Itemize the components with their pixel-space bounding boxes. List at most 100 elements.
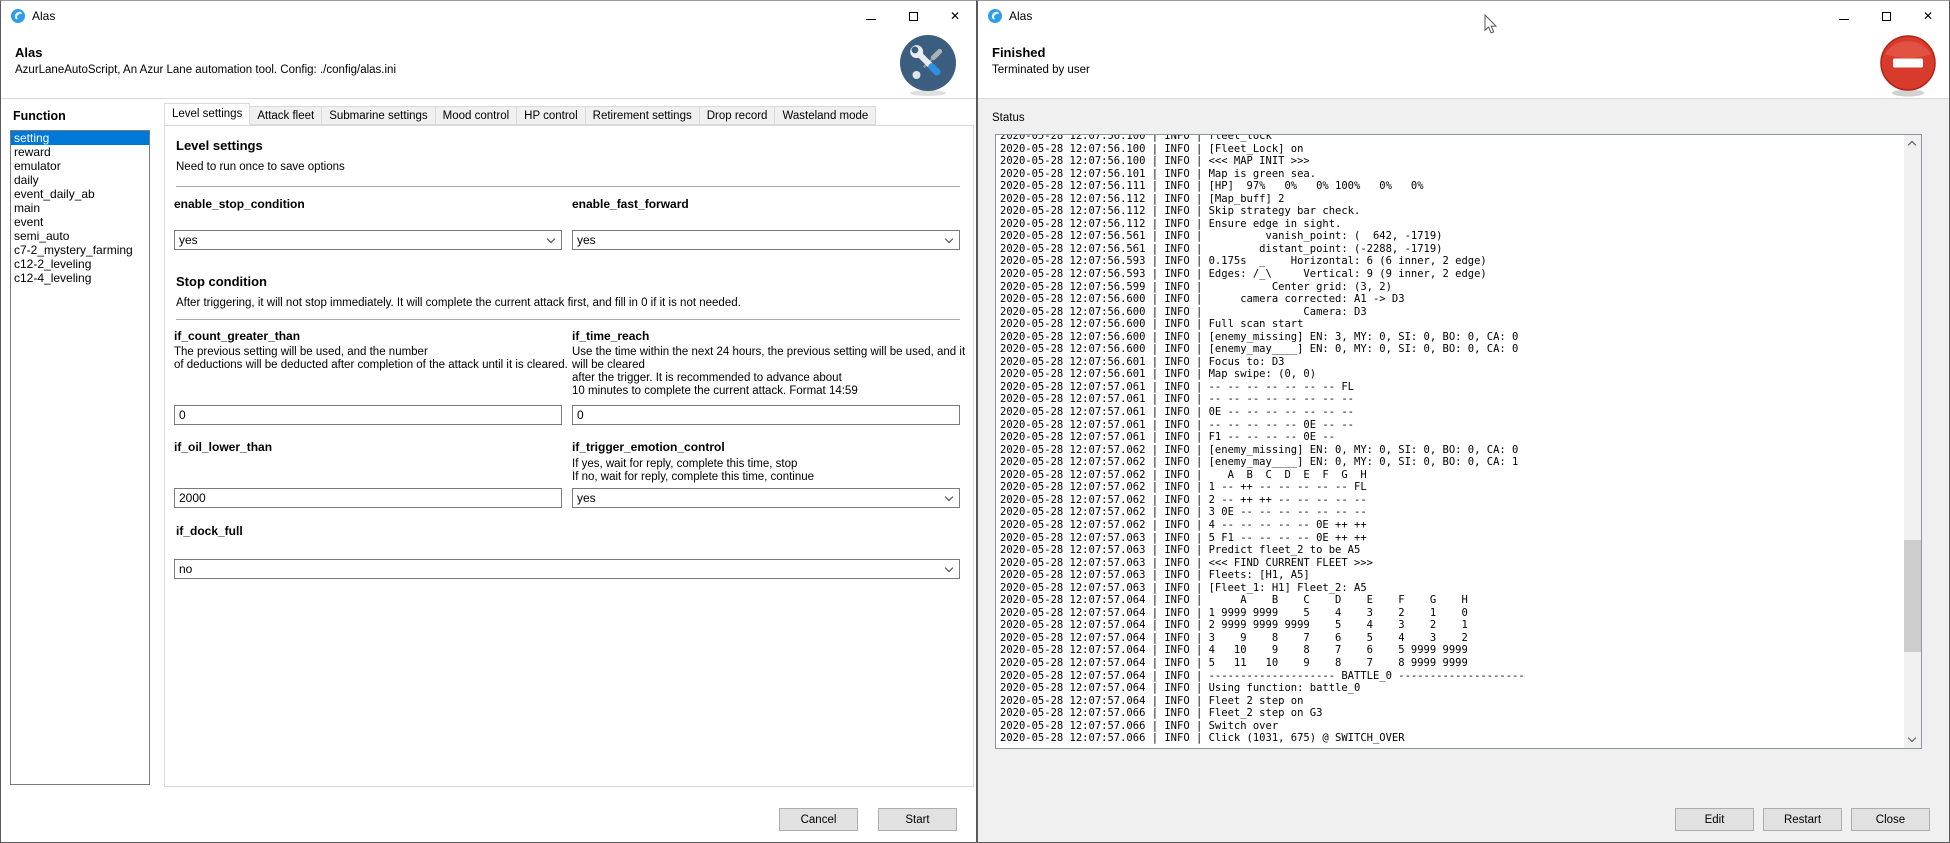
if-time-reach-input[interactable]: [572, 405, 960, 425]
sidebar-item[interactable]: c12-2_leveling: [11, 257, 149, 271]
if-oil-lower-than-input[interactable]: [174, 488, 562, 508]
sidebar-item[interactable]: event_daily_ab: [11, 187, 149, 201]
close-icon: ✕: [1923, 10, 1933, 22]
log-line: 2020-05-28 12:07:56.100 | INFO | [Fleet_…: [1000, 143, 1903, 156]
scrollbar-thumb[interactable]: [1904, 540, 1921, 652]
log-line: 2020-05-28 12:07:56.600 | INFO | Camera:…: [1000, 306, 1903, 319]
status-group-label: Status: [992, 112, 1025, 124]
log-line: 2020-05-28 12:07:57.063 | INFO | Predict…: [1000, 544, 1903, 557]
combo-value: yes: [179, 233, 198, 247]
enable-fast-forward-select[interactable]: yes: [572, 230, 960, 250]
tab[interactable]: Wasteland mode: [775, 106, 876, 125]
log-line: 2020-05-28 12:07:56.561 | INFO | vanish_…: [1000, 230, 1903, 243]
tab[interactable]: Retirement settings: [586, 106, 700, 125]
page-title: Alas: [15, 45, 42, 60]
sidebar-item[interactable]: event: [11, 215, 149, 229]
log-lines: 2020-05-28 12:07:56.100 | INFO | fleet_l…: [1000, 134, 1903, 745]
field-label: if_time_reach: [572, 329, 960, 343]
scroll-down-icon[interactable]: [1904, 731, 1921, 748]
sidebar-item[interactable]: emulator: [11, 159, 149, 173]
header-divider: [1, 98, 976, 99]
field-description: If yes, wait for reply, complete this ti…: [572, 458, 960, 471]
alas-status-window: Alas ✕ Finished Terminated by user Statu…: [977, 0, 1950, 843]
sidebar-item[interactable]: daily: [11, 173, 149, 187]
minimize-button[interactable]: [850, 1, 892, 31]
log-line: 2020-05-28 12:07:57.066 | INFO | Click (…: [1000, 732, 1903, 745]
log-scrollbar[interactable]: [1904, 135, 1921, 748]
if-dock-full-select[interactable]: no: [174, 559, 960, 579]
sidebar-item[interactable]: c7-2_mystery_farming: [11, 243, 149, 257]
field-description: The previous setting will be used, and t…: [174, 346, 562, 359]
if-trigger-emotion-control-select[interactable]: yes: [572, 488, 960, 508]
edit-button[interactable]: Edit: [1675, 808, 1754, 831]
tab[interactable]: Level settings: [164, 103, 250, 125]
if-count-greater-than-input[interactable]: [174, 405, 562, 425]
log-line: 2020-05-28 12:07:57.066 | INFO | Switch …: [1000, 720, 1903, 733]
field-label: if_dock_full: [176, 524, 243, 538]
log-line: 2020-05-28 12:07:57.064 | INFO | 3 9 8 7…: [1000, 632, 1903, 645]
tab[interactable]: Submarine settings: [322, 106, 435, 125]
tab[interactable]: Drop record: [700, 106, 776, 125]
field-description: of deductions will be deducted after com…: [174, 359, 562, 372]
scroll-up-icon[interactable]: [1904, 135, 1921, 152]
log-line: 2020-05-28 12:07:57.062 | INFO | A B C D…: [1000, 469, 1903, 482]
tab[interactable]: HP control: [517, 106, 585, 125]
log-line: 2020-05-28 12:07:56.561 | INFO | distant…: [1000, 243, 1903, 256]
chevron-down-icon: [547, 235, 555, 243]
log-line: 2020-05-28 12:07:57.064 | INFO | 4 10 9 …: [1000, 644, 1903, 657]
log-line: 2020-05-28 12:07:57.064 | INFO | Fleet 2…: [1000, 695, 1903, 708]
enable-stop-condition-select[interactable]: yes: [174, 230, 562, 250]
field-description: will be cleared: [572, 359, 960, 372]
chevron-down-icon: [945, 564, 953, 572]
tab-bar: Level settingsAttack fleetSubmarine sett…: [164, 103, 876, 125]
log-line: 2020-05-28 12:07:57.061 | INFO | -- -- -…: [1000, 419, 1903, 432]
combo-value: yes: [577, 491, 596, 505]
log-line: 2020-05-28 12:07:56.100 | INFO | fleet_l…: [1000, 134, 1903, 143]
field-description: If no, wait for reply, complete this tim…: [572, 471, 960, 484]
titlebar: Alas ✕: [978, 1, 1949, 31]
sidebar-item[interactable]: semi_auto: [11, 229, 149, 243]
log-line: 2020-05-28 12:07:57.063 | INFO | Fleets:…: [1000, 569, 1903, 582]
sidebar-item[interactable]: main: [11, 201, 149, 215]
log-line: 2020-05-28 12:07:57.062 | INFO | [enemy_…: [1000, 444, 1903, 457]
status-subtitle: Terminated by user: [992, 64, 1090, 76]
log-line: 2020-05-28 12:07:57.061 | INFO | 0E -- -…: [1000, 406, 1903, 419]
section-heading: Stop condition: [176, 274, 267, 289]
sidebar-item[interactable]: setting: [11, 131, 149, 145]
tab[interactable]: Attack fleet: [250, 106, 322, 125]
tools-icon: [899, 34, 957, 98]
sidebar-item[interactable]: c12-4_leveling: [11, 271, 149, 285]
close-button[interactable]: ✕: [1907, 1, 1949, 31]
maximize-button[interactable]: [1865, 1, 1907, 31]
app-icon: [10, 8, 26, 24]
log-line: 2020-05-28 12:07:57.064 | INFO | -------…: [1000, 670, 1903, 683]
start-button[interactable]: Start: [878, 808, 957, 831]
field-description: after the trigger. It is recommended to …: [572, 372, 960, 385]
log-line: 2020-05-28 12:07:57.064 | INFO | Using f…: [1000, 682, 1903, 695]
log-line: 2020-05-28 12:07:56.593 | INFO | Edges: …: [1000, 268, 1903, 281]
log-line: 2020-05-28 12:07:57.063 | INFO | [Fleet_…: [1000, 582, 1903, 595]
page-subtitle: AzurLaneAutoScript, An Azur Lane automat…: [15, 64, 396, 76]
field-description: 10 minutes to complete the current attac…: [572, 385, 960, 398]
close-session-button[interactable]: Close: [1851, 808, 1930, 831]
tab[interactable]: Mood control: [436, 106, 517, 125]
field-label: if_trigger_emotion_control: [572, 440, 960, 454]
log-line: 2020-05-28 12:07:56.600 | INFO | Full sc…: [1000, 318, 1903, 331]
close-button[interactable]: ✕: [934, 1, 976, 31]
sidebar-item[interactable]: reward: [11, 145, 149, 159]
log-line: 2020-05-28 12:07:57.064 | INFO | 1 9999 …: [1000, 607, 1903, 620]
close-icon: ✕: [950, 10, 960, 22]
minimize-button[interactable]: [1823, 1, 1865, 31]
function-list[interactable]: settingrewardemulatordailyevent_daily_ab…: [10, 130, 150, 785]
titlebar: Alas ✕: [1, 1, 976, 31]
restart-button[interactable]: Restart: [1763, 808, 1842, 831]
app-icon: [987, 8, 1003, 24]
maximize-icon: [1882, 12, 1891, 21]
log-output[interactable]: 2020-05-28 12:07:56.100 | INFO | fleet_l…: [995, 134, 1922, 749]
stop-icon: [1879, 34, 1937, 98]
cancel-button[interactable]: Cancel: [779, 808, 858, 831]
log-line: 2020-05-28 12:07:56.601 | INFO | Map swi…: [1000, 368, 1903, 381]
maximize-button[interactable]: [892, 1, 934, 31]
log-line: 2020-05-28 12:07:56.100 | INFO | <<< MAP…: [1000, 155, 1903, 168]
level-settings-panel: Level settings Need to run once to save …: [164, 125, 974, 787]
